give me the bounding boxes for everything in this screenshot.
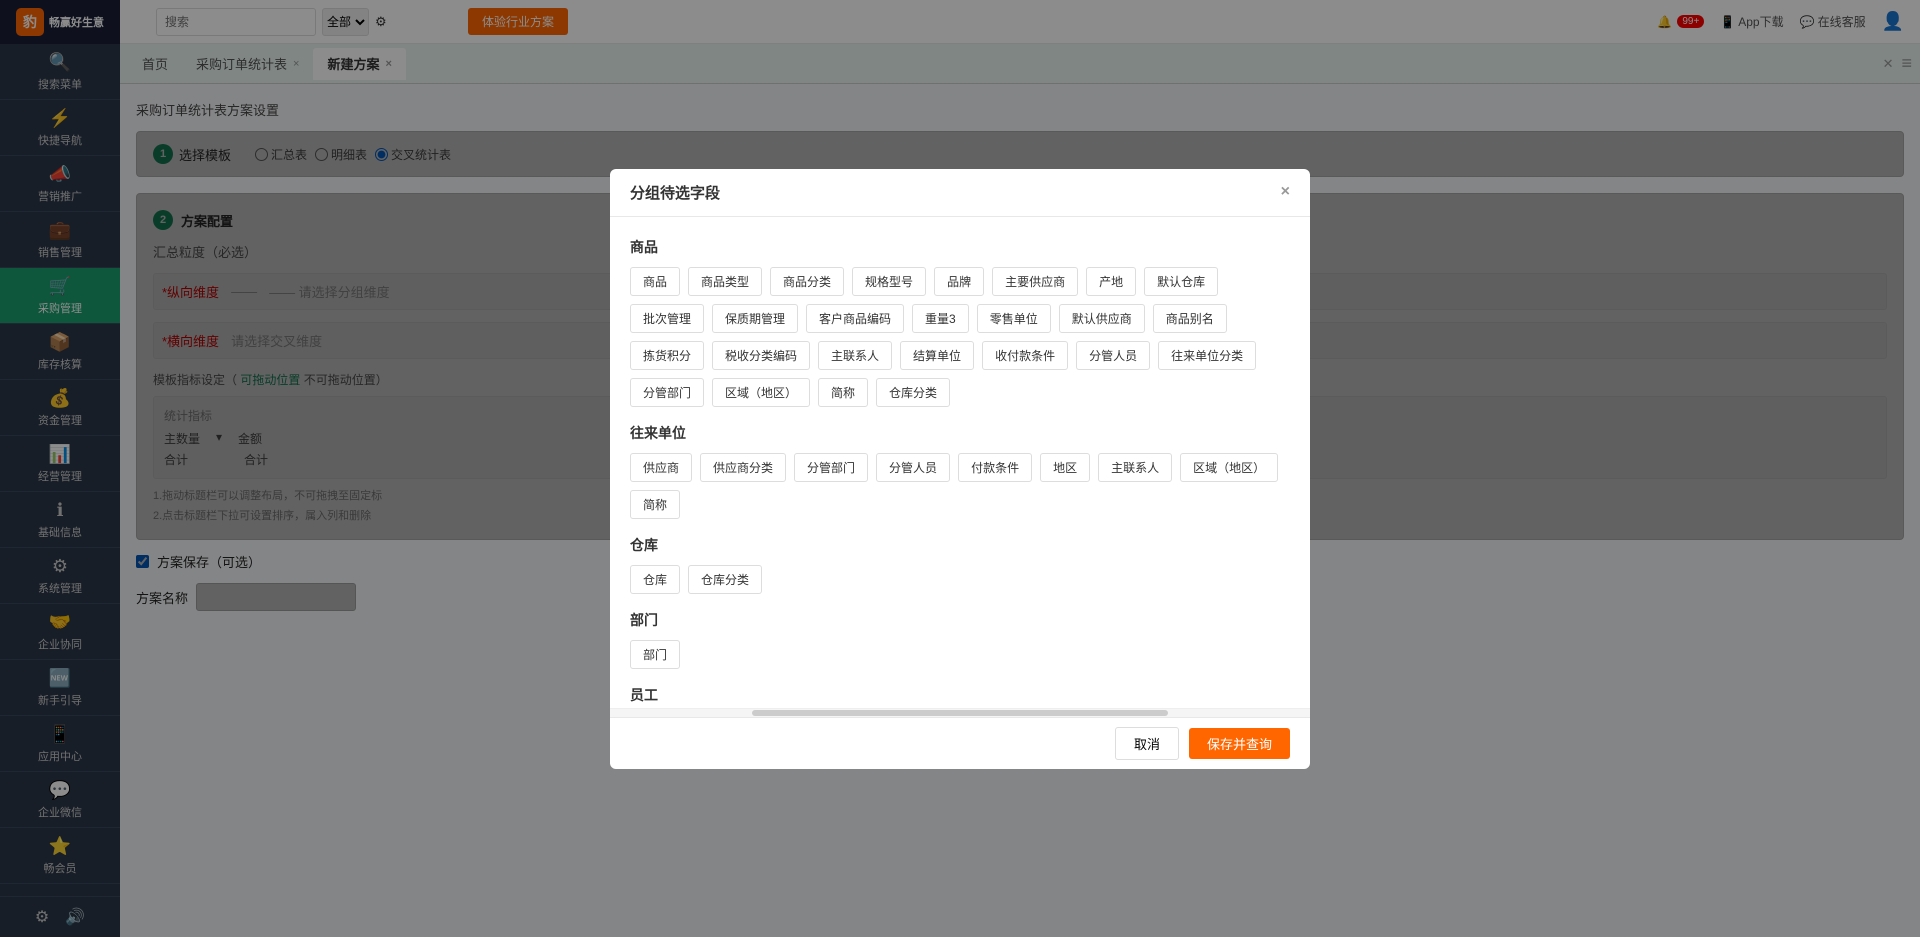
field-tag-goods[interactable]: 商品 bbox=[630, 267, 680, 296]
field-tag-partner-cat[interactable]: 往来单位分类 bbox=[1158, 341, 1256, 370]
modal-title: 分组待选字段 bbox=[630, 182, 720, 203]
field-tag-main-contact[interactable]: 主联系人 bbox=[818, 341, 892, 370]
field-tag-batch[interactable]: 批次管理 bbox=[630, 304, 704, 333]
warehouse-fields: 仓库 仓库分类 bbox=[630, 565, 1290, 594]
section-title-employee: 员工 bbox=[630, 685, 1290, 705]
modal-overlay: 分组待选字段 × 商品 商品 商品类型 商品分类 规格型号 品牌 主要供应商 产… bbox=[0, 0, 1920, 937]
field-tag-mgr-dept[interactable]: 分管部门 bbox=[794, 453, 868, 482]
section-title-partners: 往来单位 bbox=[630, 423, 1290, 443]
field-tag-region2[interactable]: 区域（地区） bbox=[1180, 453, 1278, 482]
field-tag-goods-type[interactable]: 商品类型 bbox=[688, 267, 762, 296]
field-tag-district[interactable]: 地区 bbox=[1040, 453, 1090, 482]
modal-confirm-button[interactable]: 保存并查询 bbox=[1189, 728, 1290, 759]
field-tag-expiry[interactable]: 保质期管理 bbox=[712, 304, 798, 333]
modal-cancel-button[interactable]: 取消 bbox=[1115, 727, 1179, 760]
goods-fields: 商品 商品类型 商品分类 规格型号 品牌 主要供应商 产地 默认仓库 批次管理 … bbox=[630, 267, 1290, 407]
modal-hscroll[interactable] bbox=[610, 708, 1310, 717]
field-tag-supplier[interactable]: 供应商 bbox=[630, 453, 692, 482]
field-tag-region[interactable]: 区域（地区） bbox=[712, 378, 810, 407]
field-tag-supplier-cat[interactable]: 供应商分类 bbox=[700, 453, 786, 482]
field-tag-warehouse[interactable]: 仓库 bbox=[630, 565, 680, 594]
field-tag-dept-mgr[interactable]: 分管人员 bbox=[1076, 341, 1150, 370]
field-tag-spec[interactable]: 规格型号 bbox=[852, 267, 926, 296]
field-tag-customer-code[interactable]: 客户商品编码 bbox=[806, 304, 904, 333]
field-tag-short-name[interactable]: 简称 bbox=[818, 378, 868, 407]
field-tag-alias[interactable]: 商品别名 bbox=[1153, 304, 1227, 333]
field-tag-main-supplier[interactable]: 主要供应商 bbox=[992, 267, 1078, 296]
field-tag-mgr-person[interactable]: 分管人员 bbox=[876, 453, 950, 482]
partner-fields: 供应商 供应商分类 分管部门 分管人员 付款条件 地区 主联系人 区域（地区） … bbox=[630, 453, 1290, 519]
field-tag-tax-code[interactable]: 税收分类编码 bbox=[712, 341, 810, 370]
field-select-modal: 分组待选字段 × 商品 商品 商品类型 商品分类 规格型号 品牌 主要供应商 产… bbox=[610, 169, 1310, 769]
modal-footer: 取消 保存并查询 bbox=[610, 717, 1310, 769]
field-tag-pay-terms[interactable]: 付款条件 bbox=[958, 453, 1032, 482]
section-title-warehouse: 仓库 bbox=[630, 535, 1290, 555]
field-tag-dept-sub[interactable]: 分管部门 bbox=[630, 378, 704, 407]
field-tag-warehouse-cat[interactable]: 仓库分类 bbox=[876, 378, 950, 407]
field-tag-origin[interactable]: 产地 bbox=[1086, 267, 1136, 296]
dept-fields: 部门 bbox=[630, 640, 1290, 669]
field-tag-payment-terms[interactable]: 收付款条件 bbox=[982, 341, 1068, 370]
modal-body[interactable]: 商品 商品 商品类型 商品分类 规格型号 品牌 主要供应商 产地 默认仓库 批次… bbox=[610, 217, 1310, 708]
modal-header: 分组待选字段 × bbox=[610, 169, 1310, 217]
field-tag-weight3[interactable]: 重量3 bbox=[912, 304, 969, 333]
section-title-dept: 部门 bbox=[630, 610, 1290, 630]
field-tag-goods-cat[interactable]: 商品分类 bbox=[770, 267, 844, 296]
field-tag-default-supplier[interactable]: 默认供应商 bbox=[1059, 304, 1145, 333]
field-tag-warehouse-type[interactable]: 仓库分类 bbox=[688, 565, 762, 594]
field-tag-contact[interactable]: 主联系人 bbox=[1098, 453, 1172, 482]
field-tag-settle-unit[interactable]: 结算单位 bbox=[900, 341, 974, 370]
field-tag-brand[interactable]: 品牌 bbox=[934, 267, 984, 296]
section-title-goods: 商品 bbox=[630, 237, 1290, 257]
field-tag-default-warehouse[interactable]: 默认仓库 bbox=[1144, 267, 1218, 296]
field-tag-abbr[interactable]: 简称 bbox=[630, 490, 680, 519]
modal-close-button[interactable]: × bbox=[1281, 183, 1290, 201]
field-tag-pick-score[interactable]: 拣货积分 bbox=[630, 341, 704, 370]
field-tag-retail-unit[interactable]: 零售单位 bbox=[977, 304, 1051, 333]
field-tag-dept[interactable]: 部门 bbox=[630, 640, 680, 669]
